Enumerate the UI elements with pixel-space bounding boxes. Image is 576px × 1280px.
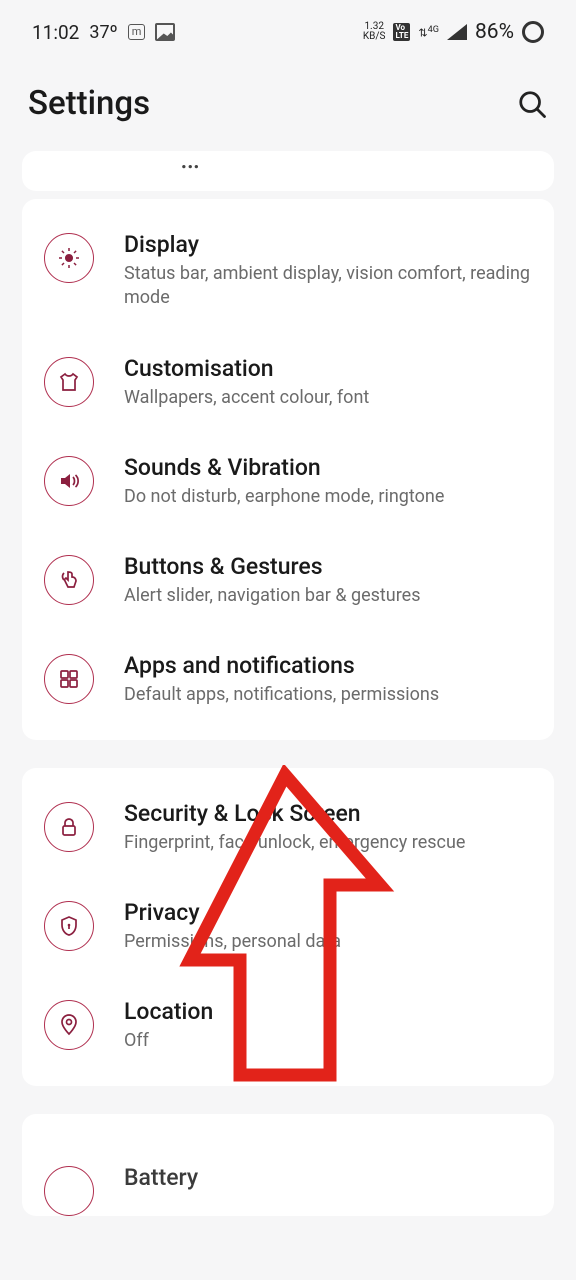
gesture-icon bbox=[44, 555, 94, 605]
brightness-icon bbox=[44, 233, 94, 283]
search-button[interactable] bbox=[516, 88, 548, 120]
network-speed: 1.32 KB/S bbox=[363, 22, 386, 42]
row-subtitle: Fingerprint, face unlock, emergency resc… bbox=[124, 831, 536, 855]
signal-icon bbox=[447, 24, 467, 40]
row-subtitle: Status bar, ambient display, vision comf… bbox=[124, 262, 536, 311]
apps-icon bbox=[44, 654, 94, 704]
row-title: Buttons & Gestures bbox=[124, 553, 536, 580]
row-subtitle: Default apps, notifications, permissions bbox=[124, 683, 536, 707]
row-title: Sounds & Vibration bbox=[124, 454, 536, 481]
settings-group: Display Status bar, ambient display, vis… bbox=[22, 199, 554, 740]
settings-row-buttons[interactable]: Buttons & Gestures Alert slider, navigat… bbox=[22, 531, 554, 630]
status-temp: 37º bbox=[89, 22, 117, 43]
settings-row-battery[interactable]: Battery bbox=[22, 1142, 554, 1216]
status-time: 11:02 bbox=[32, 21, 79, 44]
settings-row-security[interactable]: Security & Lock Screen Fingerprint, face… bbox=[22, 778, 554, 877]
settings-group-peek: Battery bbox=[22, 1114, 554, 1216]
status-m-icon: m bbox=[128, 24, 146, 40]
row-subtitle: Permissions, personal data bbox=[124, 930, 536, 954]
battery-icon bbox=[44, 1166, 94, 1216]
row-subtitle: Off bbox=[124, 1029, 536, 1053]
row-title: Apps and notifications bbox=[124, 652, 536, 679]
settings-row-privacy[interactable]: Privacy Permissions, personal data bbox=[22, 877, 554, 976]
page-title: Settings bbox=[28, 84, 150, 123]
search-icon bbox=[517, 89, 547, 119]
sound-icon bbox=[44, 456, 94, 506]
privacy-icon bbox=[44, 901, 94, 951]
row-title: Customisation bbox=[124, 355, 536, 382]
shirt-icon bbox=[44, 357, 94, 407]
battery-percent: 86% bbox=[475, 20, 514, 44]
settings-group: Security & Lock Screen Fingerprint, face… bbox=[22, 768, 554, 1086]
settings-row-customisation[interactable]: Customisation Wallpapers, accent colour,… bbox=[22, 333, 554, 432]
status-bar: 11:02 37º m 1.32 KB/S VoLTE ⇅4G 86% bbox=[0, 0, 576, 64]
lock-icon bbox=[44, 802, 94, 852]
row-subtitle: Alert slider, navigation bar & gestures bbox=[124, 584, 536, 608]
location-icon bbox=[44, 1000, 94, 1050]
battery-ring-icon bbox=[522, 21, 544, 43]
volte-icon: VoLTE bbox=[393, 23, 410, 41]
settings-row-sounds[interactable]: Sounds & Vibration Do not disturb, earph… bbox=[22, 432, 554, 531]
settings-row-location[interactable]: Location Off bbox=[22, 976, 554, 1075]
row-subtitle: Do not disturb, earphone mode, ringtone bbox=[124, 485, 536, 509]
settings-header: Settings bbox=[0, 64, 576, 151]
row-title: Location bbox=[124, 998, 536, 1025]
row-title: Display bbox=[124, 231, 536, 258]
settings-row-apps[interactable]: Apps and notifications Default apps, not… bbox=[22, 630, 554, 729]
gallery-icon bbox=[155, 23, 175, 41]
row-subtitle: Wallpapers, accent colour, font bbox=[124, 386, 536, 410]
previous-card-peek: … bbox=[22, 151, 554, 191]
settings-row-display[interactable]: Display Status bar, ambient display, vis… bbox=[22, 209, 554, 333]
row-title: Security & Lock Screen bbox=[124, 800, 536, 827]
row-title: Privacy bbox=[124, 899, 536, 926]
network-type: ⇅4G bbox=[418, 25, 439, 40]
row-title: Battery bbox=[124, 1164, 536, 1191]
